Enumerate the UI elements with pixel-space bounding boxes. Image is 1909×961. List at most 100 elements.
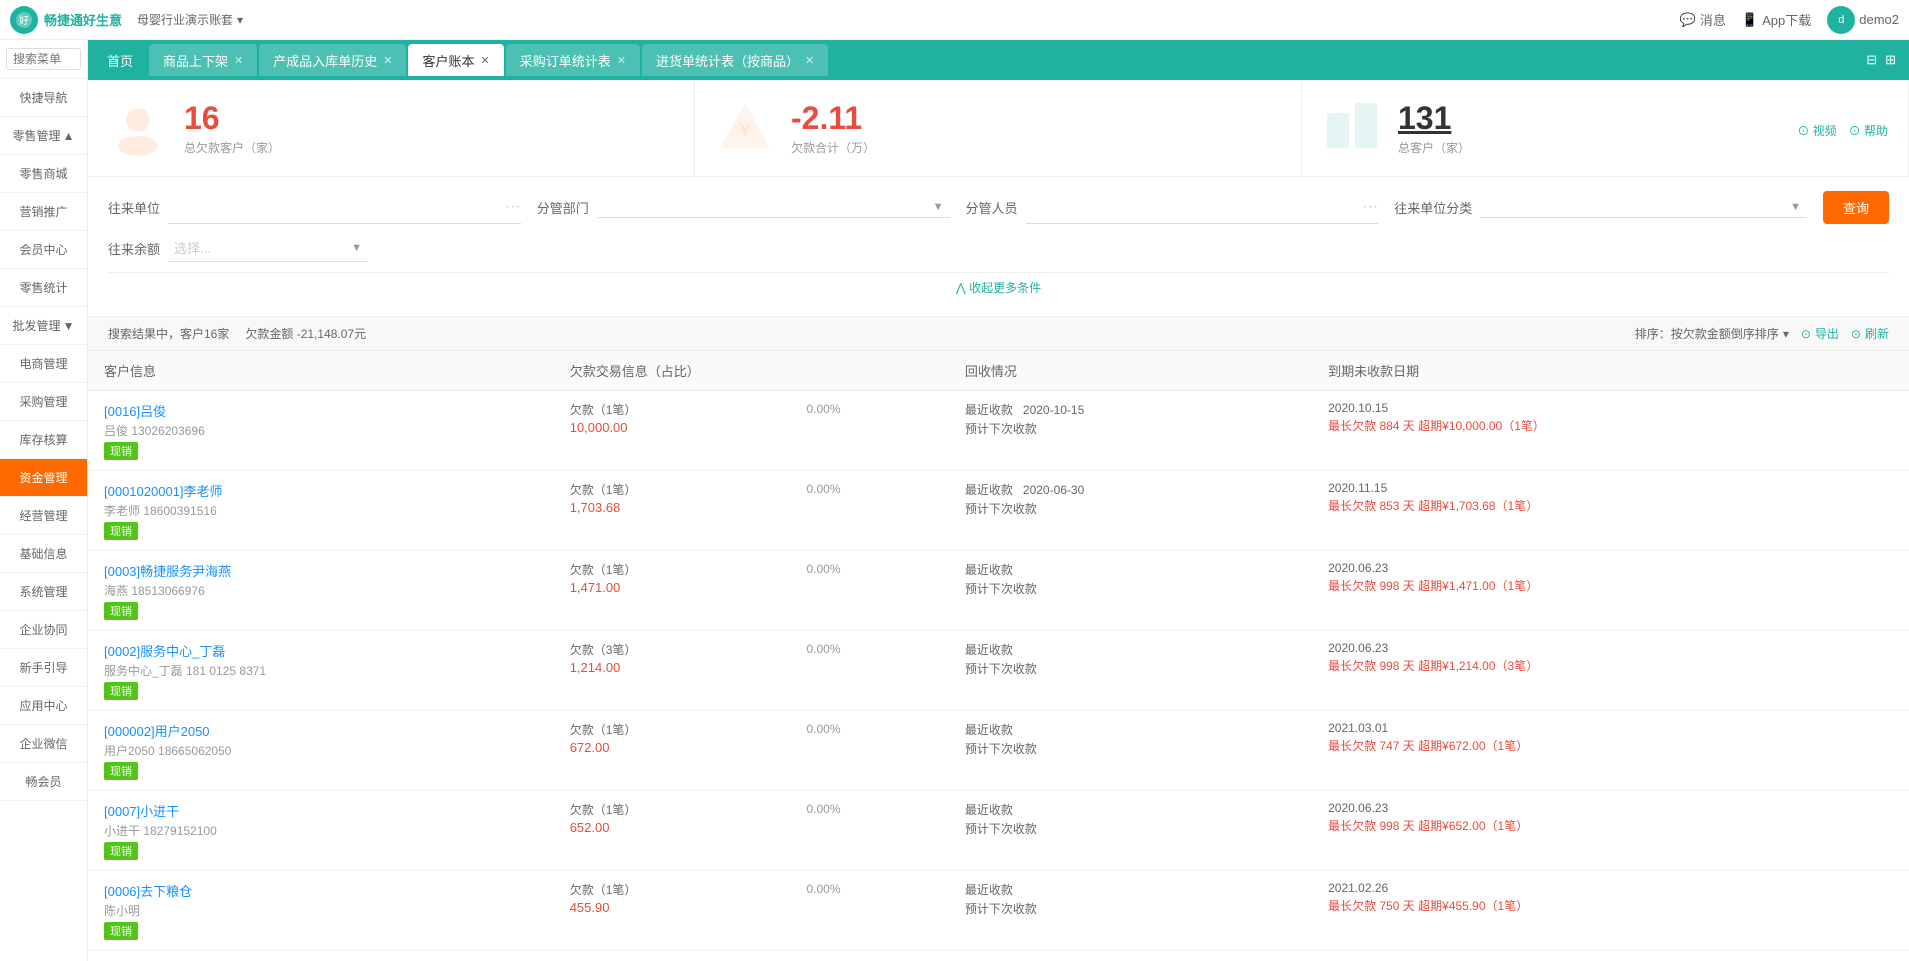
table-row: [0002]服务中心_丁磊 服务中心_丁磊 181 0125 8371 现销 欠… bbox=[88, 631, 1909, 711]
sidebar-item-finance[interactable]: 资金管理 bbox=[0, 459, 87, 497]
tab-bar-right: ⊟ ⊞ bbox=[1866, 52, 1904, 68]
sidebar-item-guide[interactable]: 新手引导 bbox=[0, 649, 87, 687]
table-header-row: 客户信息 欠款交易信息（占比） 回收情况 到期未收款日期 bbox=[88, 351, 1909, 391]
company-selector[interactable]: 母婴行业演示账套 ▾ bbox=[137, 11, 243, 28]
sidebar-item-basic[interactable]: 基础信息 bbox=[0, 535, 87, 573]
debt-amount-2[interactable]: 1,471.00 bbox=[570, 580, 775, 595]
collapse-button[interactable]: ⋀ 收起更多条件 bbox=[108, 272, 1889, 302]
customer-name-1[interactable]: [0001020001]李老师 bbox=[104, 481, 538, 500]
sidebar-item-quick-nav[interactable]: 快捷导航 bbox=[0, 79, 87, 117]
sidebar-item-app-center[interactable]: 应用中心 bbox=[0, 687, 87, 725]
tab-collapse-icon[interactable]: ⊟ bbox=[1866, 52, 1877, 68]
debt-label-4: 欠款（1笔） bbox=[570, 721, 775, 738]
customer-name-5[interactable]: [0007]小进干 bbox=[104, 801, 538, 820]
message-label: 消息 bbox=[1700, 10, 1726, 29]
overdue-link-5[interactable]: 超期¥652.00（1笔） bbox=[1418, 819, 1528, 833]
customer-name-4[interactable]: [000002]用户2050 bbox=[104, 721, 538, 740]
tab-purchase-summary[interactable]: 采购订单统计表 ✕ bbox=[506, 44, 640, 76]
filter-person-dots[interactable]: ··· bbox=[1362, 198, 1378, 216]
stat-number-total: 131 bbox=[1398, 100, 1470, 137]
debt-info-6: 欠款（1笔） 455.90 bbox=[570, 881, 775, 915]
tab-purchase-stat[interactable]: 进货单统计表（按商品） ✕ bbox=[642, 44, 828, 76]
sidebar-item-purchase[interactable]: 采购管理 bbox=[0, 383, 87, 421]
sidebar-item-vip[interactable]: 畅会员 bbox=[0, 763, 87, 801]
tab-home[interactable]: 首页 bbox=[93, 44, 147, 76]
overdue-info-2: 2020.06.23 最长欠款 998 天 超期¥1,471.00（1笔） bbox=[1328, 561, 1893, 594]
overdue-link-3[interactable]: 超期¥1,214.00（3笔） bbox=[1418, 659, 1538, 673]
filter-person-input[interactable] bbox=[1026, 196, 1363, 219]
sidebar-item-ecom[interactable]: 电商管理 bbox=[0, 345, 87, 383]
company-name: 母婴行业演示账套 bbox=[137, 11, 233, 28]
sidebar-item-inventory[interactable]: 库存核算 bbox=[0, 421, 87, 459]
tab-product-shelf-close[interactable]: ✕ bbox=[234, 54, 243, 67]
debt-amount-5[interactable]: 652.00 bbox=[570, 820, 775, 835]
user-menu[interactable]: d demo2 bbox=[1827, 6, 1899, 34]
help-link[interactable]: ⊙ 帮助 bbox=[1849, 122, 1888, 139]
tab-customer-account[interactable]: 客户账本 ✕ bbox=[408, 44, 503, 76]
debt-amount-6[interactable]: 455.90 bbox=[570, 900, 775, 915]
tab-customer-account-close[interactable]: ✕ bbox=[481, 54, 490, 67]
debt-info-4: 欠款（1笔） 672.00 bbox=[570, 721, 775, 755]
debt-info-0: 欠款（1笔） 10,000.00 bbox=[570, 401, 775, 435]
message-button[interactable]: 💬 消息 bbox=[1680, 10, 1726, 29]
tab-product-shelf[interactable]: 商品上下架 ✕ bbox=[149, 44, 257, 76]
filter-customer-dots[interactable]: ··· bbox=[505, 198, 521, 216]
sidebar-item-retail-mall[interactable]: 零售商城 bbox=[0, 155, 87, 193]
due-date-2: 2020.06.23 bbox=[1328, 561, 1893, 575]
cell-due-2: 2020.06.23 最长欠款 998 天 超期¥1,471.00（1笔） bbox=[1312, 551, 1909, 631]
sort-select[interactable]: 排序：按欠款金额倒序排序 ▾ bbox=[1635, 325, 1789, 342]
last-payment-label-1: 最近收款 2020-06-30 bbox=[965, 481, 1296, 498]
filter-customer-input[interactable] bbox=[168, 196, 505, 219]
tab-purchase-stat-close[interactable]: ✕ bbox=[805, 54, 814, 67]
sidebar-item-enterprise[interactable]: 企业协同 bbox=[0, 611, 87, 649]
debt-amount-1[interactable]: 1,703.68 bbox=[570, 500, 775, 515]
results-summary: 搜索结果中，客户16家 欠款金额 -21,148.07元 bbox=[108, 325, 366, 342]
overdue-link-4[interactable]: 超期¥672.00（1笔） bbox=[1418, 739, 1528, 753]
export-button[interactable]: ⊙ 导出 bbox=[1801, 325, 1839, 342]
sort-label: 排序：按欠款金额倒序排序 bbox=[1635, 325, 1779, 342]
filter-balance-label: 往来余额 bbox=[108, 239, 160, 258]
tab-product-history[interactable]: 产成品入库单历史 ✕ bbox=[259, 44, 406, 76]
overdue-link-6[interactable]: 超期¥455.90（1笔） bbox=[1418, 899, 1528, 913]
cell-due-3: 2020.06.23 最长欠款 998 天 超期¥1,214.00（3笔） bbox=[1312, 631, 1909, 711]
customer-name-0[interactable]: [0016]吕俊 bbox=[104, 401, 538, 420]
tab-product-history-close[interactable]: ✕ bbox=[383, 54, 392, 67]
cell-customer-3: [0002]服务中心_丁磊 服务中心_丁磊 181 0125 8371 现销 bbox=[88, 631, 554, 711]
search-input[interactable] bbox=[6, 48, 81, 70]
debt-amount-0[interactable]: 10,000.00 bbox=[570, 420, 775, 435]
refresh-label: 刷新 bbox=[1865, 325, 1889, 342]
overdue-link-2[interactable]: 超期¥1,471.00（1笔） bbox=[1418, 579, 1538, 593]
stat-card-customers: 16 总欠款客户（家） bbox=[88, 80, 695, 176]
app-download-button[interactable]: 📱 App下载 bbox=[1742, 10, 1811, 29]
sidebar-item-marketing[interactable]: 营销推广 bbox=[0, 193, 87, 231]
customer-name-3[interactable]: [0002]服务中心_丁磊 bbox=[104, 641, 538, 660]
search-button[interactable]: 查询 bbox=[1823, 191, 1889, 224]
sidebar-item-batch-mgmt[interactable]: 批发管理 ▼ bbox=[0, 307, 87, 345]
sidebar-item-retail-stat[interactable]: 零售统计 bbox=[0, 269, 87, 307]
overdue-link-1[interactable]: 超期¥1,703.68（1笔） bbox=[1418, 499, 1538, 513]
sidebar-item-wechat[interactable]: 企业微信 bbox=[0, 725, 87, 763]
logo-text: 畅捷通好生意 bbox=[44, 10, 122, 29]
refresh-button[interactable]: ⊙ 刷新 bbox=[1851, 325, 1889, 342]
customer-name-2[interactable]: [0003]畅捷服务尹海燕 bbox=[104, 561, 538, 580]
debt-amount-4[interactable]: 672.00 bbox=[570, 740, 775, 755]
debt-amount-3[interactable]: 1,214.00 bbox=[570, 660, 775, 675]
tab-expand-icon[interactable]: ⊞ bbox=[1885, 52, 1896, 68]
th-customer: 客户信息 bbox=[88, 351, 554, 391]
svg-text:好: 好 bbox=[19, 15, 29, 27]
filter-department-select[interactable]: ▼ bbox=[597, 197, 950, 218]
customer-name-6[interactable]: [0006]去下粮仓 bbox=[104, 881, 538, 900]
sidebar-item-retail-mgmt[interactable]: 零售管理 ▲ bbox=[0, 117, 87, 155]
debt-label-1: 欠款（1笔） bbox=[570, 481, 775, 498]
sidebar-item-system[interactable]: 系统管理 bbox=[0, 573, 87, 611]
overdue-info-5: 2020.06.23 最长欠款 998 天 超期¥652.00（1笔） bbox=[1328, 801, 1893, 834]
recovery-info-1: 最近收款 2020-06-30 预计下次收款 bbox=[965, 481, 1296, 517]
sidebar-item-ops[interactable]: 经营管理 bbox=[0, 497, 87, 535]
stat-number-amount: -2.11 bbox=[791, 100, 875, 137]
overdue-link-0[interactable]: 超期¥10,000.00（1笔） bbox=[1418, 419, 1545, 433]
sidebar-item-member[interactable]: 会员中心 bbox=[0, 231, 87, 269]
filter-balance-select[interactable]: 选择... ▼ bbox=[168, 234, 368, 262]
tab-purchase-summary-close[interactable]: ✕ bbox=[617, 54, 626, 67]
filter-category-select[interactable]: ▼ bbox=[1480, 197, 1807, 218]
video-link[interactable]: ⊙ 视频 bbox=[1797, 122, 1836, 139]
